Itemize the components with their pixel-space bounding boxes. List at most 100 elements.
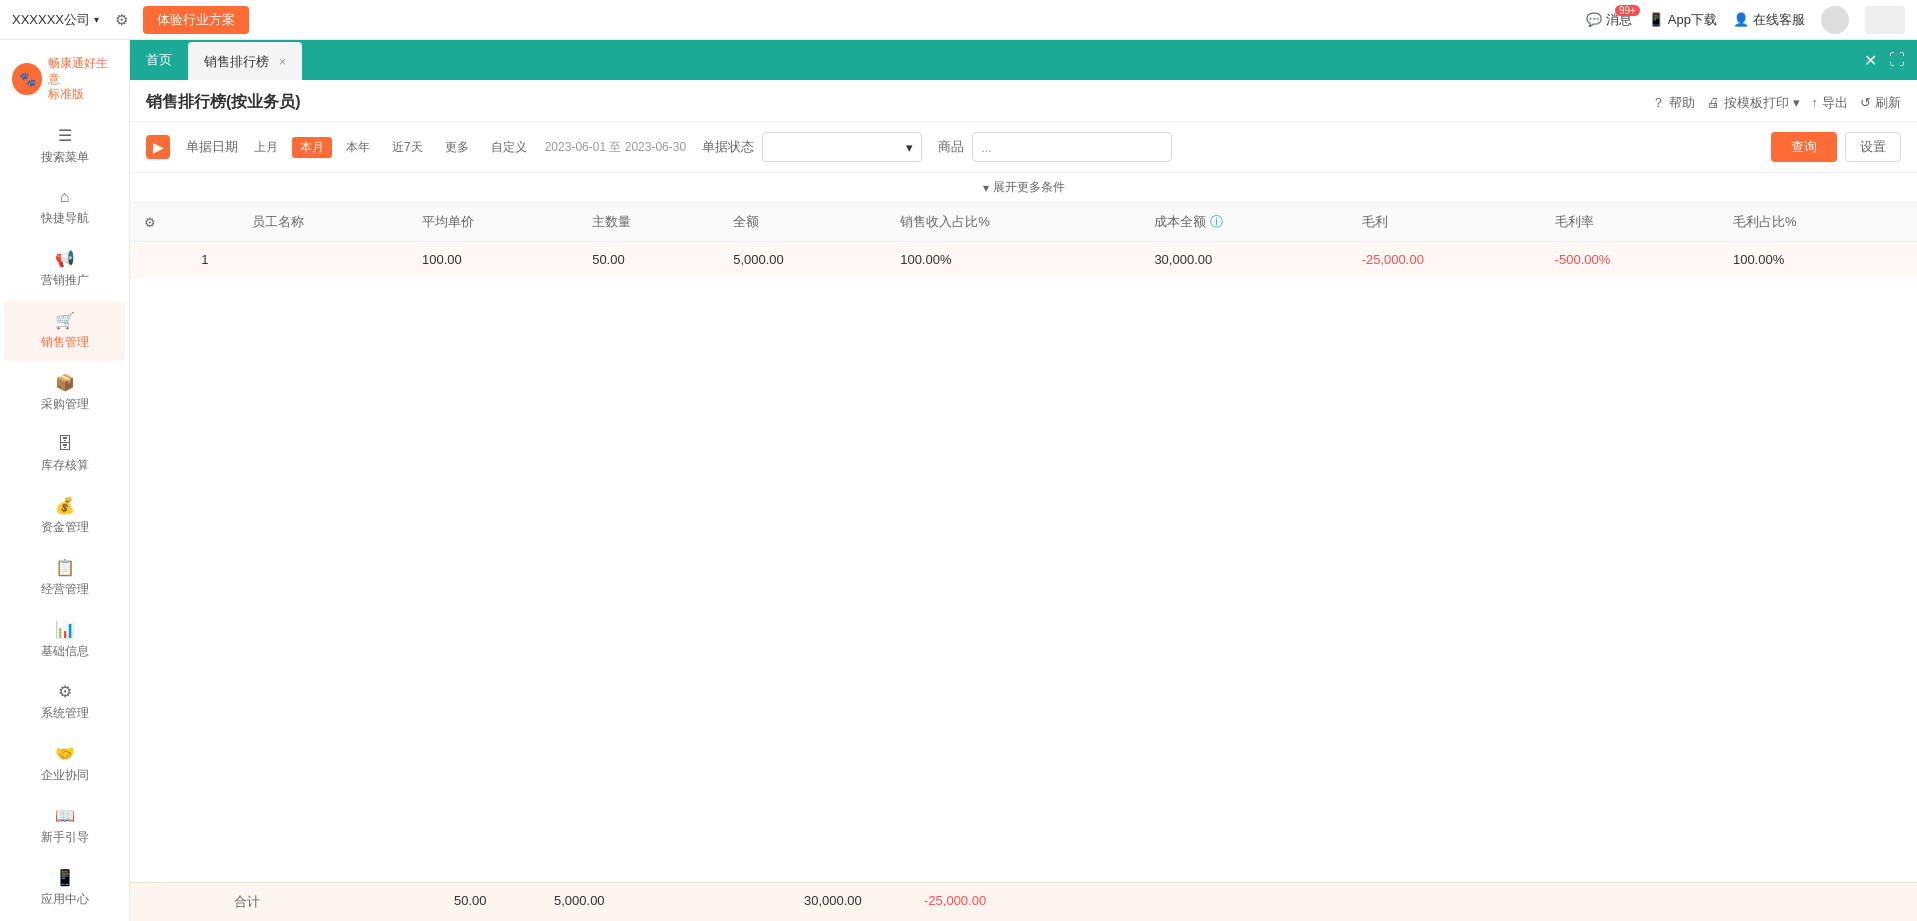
- tab-bar-actions: ✕ ⛶: [1852, 51, 1917, 70]
- col-gross-rate: 毛利率: [1543, 203, 1721, 242]
- footer-avg-price: [342, 893, 442, 911]
- print-icon: 🖨: [1707, 95, 1720, 110]
- app-download-label: App下载: [1668, 11, 1717, 29]
- sidebar-item-label: 快捷导航: [41, 210, 89, 227]
- sidebar-item-basics[interactable]: 📊 基础信息: [4, 610, 125, 670]
- print-chevron-icon: ▾: [1793, 95, 1800, 110]
- settings-button[interactable]: 设置: [1845, 132, 1901, 162]
- collab-icon: 🤝: [55, 744, 75, 763]
- sidebar-item-label: 销售管理: [41, 334, 89, 351]
- print-label: 按模板打印: [1724, 94, 1789, 112]
- tab-close-window-icon[interactable]: ✕: [1864, 51, 1877, 70]
- trial-button[interactable]: 体验行业方案: [143, 6, 249, 34]
- export-label: 导出: [1822, 94, 1848, 112]
- avatar[interactable]: [1821, 6, 1849, 34]
- sidebar-item-quicknav[interactable]: ⌂ 快捷导航: [4, 178, 125, 237]
- sidebar-item-finance[interactable]: 💰 资金管理: [4, 486, 125, 546]
- data-table: ⚙ 员工名称 平均单价 主数量 全额 销售收入占比% 成本全额 ⓘ 毛利 毛利率…: [130, 203, 1917, 278]
- filter-goods: 商品 ...: [938, 132, 1172, 162]
- basics-icon: 📊: [55, 620, 75, 639]
- col-sales-ratio: 销售收入占比%: [888, 203, 1142, 242]
- cell-gross-ratio: 100.00%: [1721, 242, 1917, 278]
- search-menu-icon: ☰: [58, 126, 72, 145]
- sidebar-item-purchase[interactable]: 📦 采购管理: [4, 363, 125, 423]
- top-bar-right: 💬 消息 99+ 📱 App下载 👤 在线客服: [1586, 6, 1905, 34]
- service-icon: 👤: [1733, 12, 1749, 27]
- export-icon: ↑: [1812, 95, 1819, 110]
- online-service-button[interactable]: 👤 在线客服: [1733, 11, 1805, 29]
- goods-input[interactable]: ...: [972, 132, 1172, 162]
- table-body: 1 100.00 50.00 5,000.00 100.00% 30,000.0…: [130, 242, 1917, 278]
- footer-amount: 5,000.00: [542, 893, 662, 911]
- sidebar-item-system[interactable]: ⚙ 系统管理: [4, 672, 125, 732]
- date-range-display: 2023-06-01 至 2023-06-30: [545, 139, 686, 156]
- cell-cost: 30,000.00: [1142, 242, 1349, 278]
- export-button[interactable]: ↑ 导出: [1812, 94, 1849, 112]
- status-label: 单据状态: [702, 138, 754, 156]
- date-btn-7days[interactable]: 近7天: [384, 137, 431, 158]
- sidebar-item-label: 系统管理: [41, 705, 89, 722]
- message-button[interactable]: 💬 消息 99+: [1586, 11, 1632, 29]
- date-btn-custom[interactable]: 自定义: [483, 137, 535, 158]
- company-name: XXXXXX公司: [12, 11, 90, 29]
- refresh-button[interactable]: ↺ 刷新: [1860, 94, 1901, 112]
- online-service-label: 在线客服: [1753, 11, 1805, 29]
- status-select[interactable]: ▾: [762, 132, 922, 162]
- col-gross: 毛利: [1350, 203, 1543, 242]
- sidebar-item-label: 新手引导: [41, 829, 89, 846]
- filter-arrow-toggle[interactable]: ▶: [146, 135, 170, 159]
- tab-current-label: 销售排行榜: [204, 53, 269, 71]
- app-download-button[interactable]: 📱 App下载: [1648, 11, 1717, 29]
- help-button[interactable]: ？ 帮助: [1652, 94, 1695, 112]
- tab-bar: 首页 销售排行榜 × ✕ ⛶: [130, 40, 1917, 80]
- sidebar-item-search[interactable]: ☰ 搜索菜单: [4, 116, 125, 176]
- tab-home-label: 首页: [146, 51, 172, 69]
- col-settings: ⚙: [130, 203, 170, 242]
- footer-cells: 合计 50.00 5,000.00 30,000.00 -25,000.00: [142, 893, 1905, 911]
- sidebar-item-label: 基础信息: [41, 643, 89, 660]
- col-avg-price: 平均单价: [410, 203, 580, 242]
- col-main-qty: 主数量: [580, 203, 721, 242]
- goods-value: ...: [981, 140, 992, 155]
- expand-conditions-button[interactable]: ▾ 展开更多条件: [983, 179, 1065, 196]
- message-icon: 💬: [1586, 12, 1602, 27]
- date-btn-more[interactable]: 更多: [437, 137, 477, 158]
- tab-close-icon[interactable]: ×: [279, 55, 286, 69]
- inventory-icon: 🗄: [57, 435, 73, 453]
- tab-expand-icon[interactable]: ⛶: [1889, 51, 1905, 69]
- cell-sales-ratio: 100.00%: [888, 242, 1142, 278]
- settings-icon[interactable]: ⚙: [107, 6, 135, 34]
- table-footer: 合计 50.00 5,000.00 30,000.00 -25,000.00: [130, 882, 1917, 921]
- date-filter: 上月 本月 本年 近7天 更多 自定义 2023-06-01 至 2023-06…: [246, 137, 686, 158]
- sidebar-item-collab[interactable]: 🤝 企业协同: [4, 734, 125, 794]
- date-btn-lastmonth[interactable]: 上月: [246, 137, 286, 158]
- cell-avg-price: 100.00: [410, 242, 580, 278]
- print-button[interactable]: 🖨 按模板打印 ▾: [1707, 94, 1800, 112]
- tab-sales-ranking[interactable]: 销售排行榜 ×: [188, 42, 302, 82]
- sidebar-item-operations[interactable]: 📋 经营管理: [4, 548, 125, 608]
- tab-home[interactable]: 首页: [130, 40, 188, 80]
- sidebar-item-apps[interactable]: 📱 应用中心: [4, 858, 125, 918]
- purchase-icon: 📦: [55, 373, 75, 392]
- refresh-icon: ↺: [1860, 95, 1871, 110]
- company-selector[interactable]: XXXXXX公司 ▾: [12, 11, 99, 29]
- sidebar-item-label: 企业协同: [41, 767, 89, 784]
- sidebar-item-label: 经营管理: [41, 581, 89, 598]
- date-btn-thismonth[interactable]: 本月: [292, 137, 332, 158]
- filter-status: 单据状态 ▾: [702, 132, 922, 162]
- cell-settings: [130, 242, 170, 278]
- sidebar-item-sales[interactable]: 🛒 销售管理: [4, 301, 125, 361]
- message-badge: 99+: [1615, 5, 1640, 16]
- system-icon: ⚙: [58, 682, 72, 701]
- date-btn-thisyear[interactable]: 本年: [338, 137, 378, 158]
- sidebar-item-guide[interactable]: 📖 新手引导: [4, 796, 125, 856]
- filter-row: ▶ 单据日期 上月 本月 本年 近7天 更多 自定义 2023-06-01 至 …: [146, 132, 1901, 162]
- footer-gross: -25,000.00: [912, 893, 1032, 911]
- filter-date: 单据日期 上月 本月 本年 近7天 更多 自定义 2023-06-01 至 20…: [186, 137, 686, 158]
- sidebar-item-label: 应用中心: [41, 891, 89, 908]
- sidebar-item-label: 采购管理: [41, 396, 89, 413]
- sidebar-item-marketing[interactable]: 📢 营销推广: [4, 239, 125, 299]
- sidebar-item-inventory[interactable]: 🗄 库存核算: [4, 425, 125, 484]
- query-button[interactable]: 查询: [1771, 132, 1837, 162]
- col-amount: 全额: [721, 203, 888, 242]
